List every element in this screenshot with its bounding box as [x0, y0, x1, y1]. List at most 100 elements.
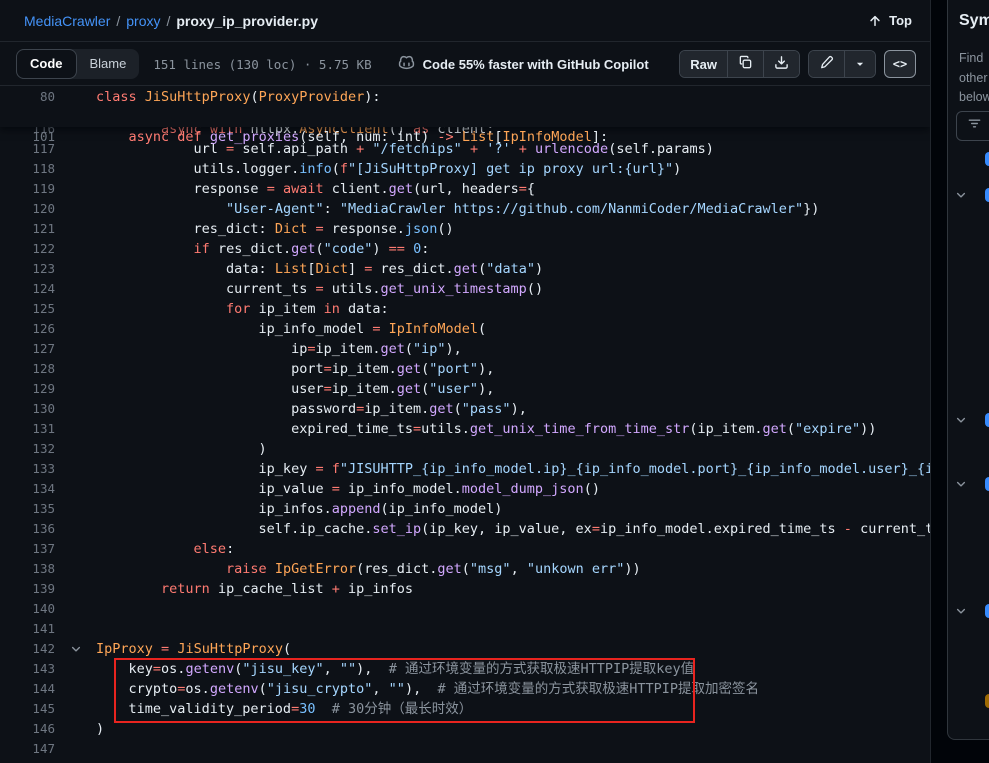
line-number[interactable]: 137	[0, 539, 55, 559]
line-number[interactable]: 124	[0, 279, 55, 299]
code-text: crypto=os.getenv("jisu_crypto", ""), # 通…	[96, 679, 759, 699]
breadcrumb-folder-link[interactable]: proxy	[126, 13, 160, 29]
code-text: else:	[96, 539, 234, 559]
line-number[interactable]: 135	[0, 499, 55, 519]
arrow-up-icon	[868, 14, 882, 28]
line-number[interactable]: 133	[0, 459, 55, 479]
line-number[interactable]: 146	[0, 719, 55, 739]
raw-copy-download-group: Raw	[679, 50, 800, 78]
line-gutter	[55, 279, 96, 299]
line-number[interactable]: 119	[0, 179, 55, 199]
code-text: ip_key = f"JISUHTTP_{ip_info_model.ip}_{…	[96, 459, 930, 479]
symbol-tree-row[interactable]	[948, 186, 989, 204]
symbols-description-line: Find	[959, 49, 989, 69]
line-gutter	[55, 679, 96, 699]
copy-icon	[738, 55, 753, 73]
code-text: port=ip_item.get("port"),	[96, 359, 494, 379]
code-line: 137 else:	[0, 539, 930, 559]
breadcrumb-file-name: proxy_ip_provider.py	[176, 13, 318, 29]
edit-dropdown-button[interactable]	[844, 51, 875, 77]
line-gutter	[55, 179, 96, 199]
line-gutter	[55, 699, 96, 719]
code-text: password=ip_item.get("pass"),	[96, 399, 527, 419]
breadcrumb-separator: /	[116, 13, 120, 29]
chevron-down-icon[interactable]	[948, 478, 974, 490]
line-number[interactable]: 144	[0, 679, 55, 699]
symbol-tree-row[interactable]	[948, 692, 989, 710]
code-line: 132 )	[0, 439, 930, 459]
line-number[interactable]: 143	[0, 659, 55, 679]
symbol-tree-row[interactable]	[948, 150, 989, 168]
line-number[interactable]: 80	[0, 87, 55, 107]
line-number[interactable]: 130	[0, 399, 55, 419]
chevron-down-icon[interactable]	[948, 414, 974, 426]
line-number[interactable]: 138	[0, 559, 55, 579]
line-gutter	[55, 159, 96, 179]
line-number[interactable]: 131	[0, 419, 55, 439]
collapse-chevron-icon[interactable]	[55, 639, 96, 659]
line-gutter	[55, 599, 96, 619]
copy-button[interactable]	[727, 51, 763, 77]
edit-button[interactable]	[809, 51, 844, 77]
symbols-description-line: other	[959, 69, 989, 89]
code-line: 138 raise IpGetError(res_dict.get("msg",…	[0, 559, 930, 579]
symbol-tree-row[interactable]	[948, 602, 989, 620]
file-toolbar: Code Blame 151 lines (130 loc) · 5.75 KB…	[0, 43, 930, 86]
line-gutter	[55, 719, 96, 739]
line-number[interactable]: 123	[0, 259, 55, 279]
symbols-filter-button[interactable]	[956, 111, 989, 141]
line-gutter	[55, 659, 96, 679]
scroll-to-top-button[interactable]: Top	[868, 13, 912, 28]
line-number[interactable]: 147	[0, 739, 55, 759]
symbol-kind-icon	[985, 694, 989, 708]
code-line: 118 utils.logger.info(f"[JiSuHttpProxy] …	[0, 159, 930, 179]
code-text: expired_time_ts=utils.get_unix_time_from…	[96, 419, 876, 439]
scroll-to-top-label: Top	[889, 13, 912, 28]
line-number[interactable]: 126	[0, 319, 55, 339]
symbol-kind-icon	[985, 477, 989, 491]
line-number[interactable]: 125	[0, 299, 55, 319]
symbols-panel-toggle-button[interactable]: <>	[884, 50, 916, 78]
line-number[interactable]: 118	[0, 159, 55, 179]
line-gutter	[55, 219, 96, 239]
line-number[interactable]: 134	[0, 479, 55, 499]
line-number[interactable]: 136	[0, 519, 55, 539]
code-line: 144 crypto=os.getenv("jisu_crypto", ""),…	[0, 679, 930, 699]
line-number[interactable]: 121	[0, 219, 55, 239]
code-line: 135 ip_infos.append(ip_info_model)	[0, 499, 930, 519]
line-number[interactable]: 141	[0, 619, 55, 639]
pencil-icon	[819, 55, 834, 73]
copilot-banner-text: Code 55% faster with GitHub Copilot	[423, 57, 649, 72]
chevron-down-icon[interactable]	[948, 605, 974, 617]
code-blame-switch: Code Blame	[16, 49, 139, 79]
code-text: utils.logger.info(f"[JiSuHttpProxy] get …	[96, 159, 681, 179]
raw-button[interactable]: Raw	[680, 51, 727, 77]
line-number[interactable]: 122	[0, 239, 55, 259]
copilot-banner: Code 55% faster with GitHub Copilot	[398, 54, 649, 74]
line-number[interactable]: 140	[0, 599, 55, 619]
code-line: 80class JiSuHttpProxy(ProxyProvider):	[0, 87, 930, 107]
line-number[interactable]: 120	[0, 199, 55, 219]
line-number[interactable]: 127	[0, 339, 55, 359]
code-viewer: 116 async with httpx.AsyncClient() as cl…	[0, 87, 930, 763]
code-line: 134 ip_value = ip_info_model.model_dump_…	[0, 479, 930, 499]
line-number[interactable]: 142	[0, 639, 55, 659]
symbol-tree-row[interactable]	[948, 475, 989, 493]
symbol-kind-icon	[985, 604, 989, 618]
tab-code[interactable]: Code	[16, 49, 77, 79]
breadcrumb-repo-link[interactable]: MediaCrawler	[24, 13, 110, 29]
tab-blame[interactable]: Blame	[77, 50, 140, 78]
line-number[interactable]: 139	[0, 579, 55, 599]
line-number[interactable]: 128	[0, 359, 55, 379]
code-text: current_ts = utils.get_unix_timestamp()	[96, 279, 543, 299]
code-line: 140	[0, 599, 930, 619]
line-gutter	[55, 339, 96, 359]
chevron-down-icon[interactable]	[948, 189, 974, 201]
symbol-tree-row[interactable]	[948, 411, 989, 429]
line-number[interactable]: 132	[0, 439, 55, 459]
line-number[interactable]: 101	[0, 127, 55, 147]
line-number[interactable]: 145	[0, 699, 55, 719]
download-button[interactable]	[763, 51, 799, 77]
line-number[interactable]: 129	[0, 379, 55, 399]
code-text: )	[96, 439, 267, 459]
